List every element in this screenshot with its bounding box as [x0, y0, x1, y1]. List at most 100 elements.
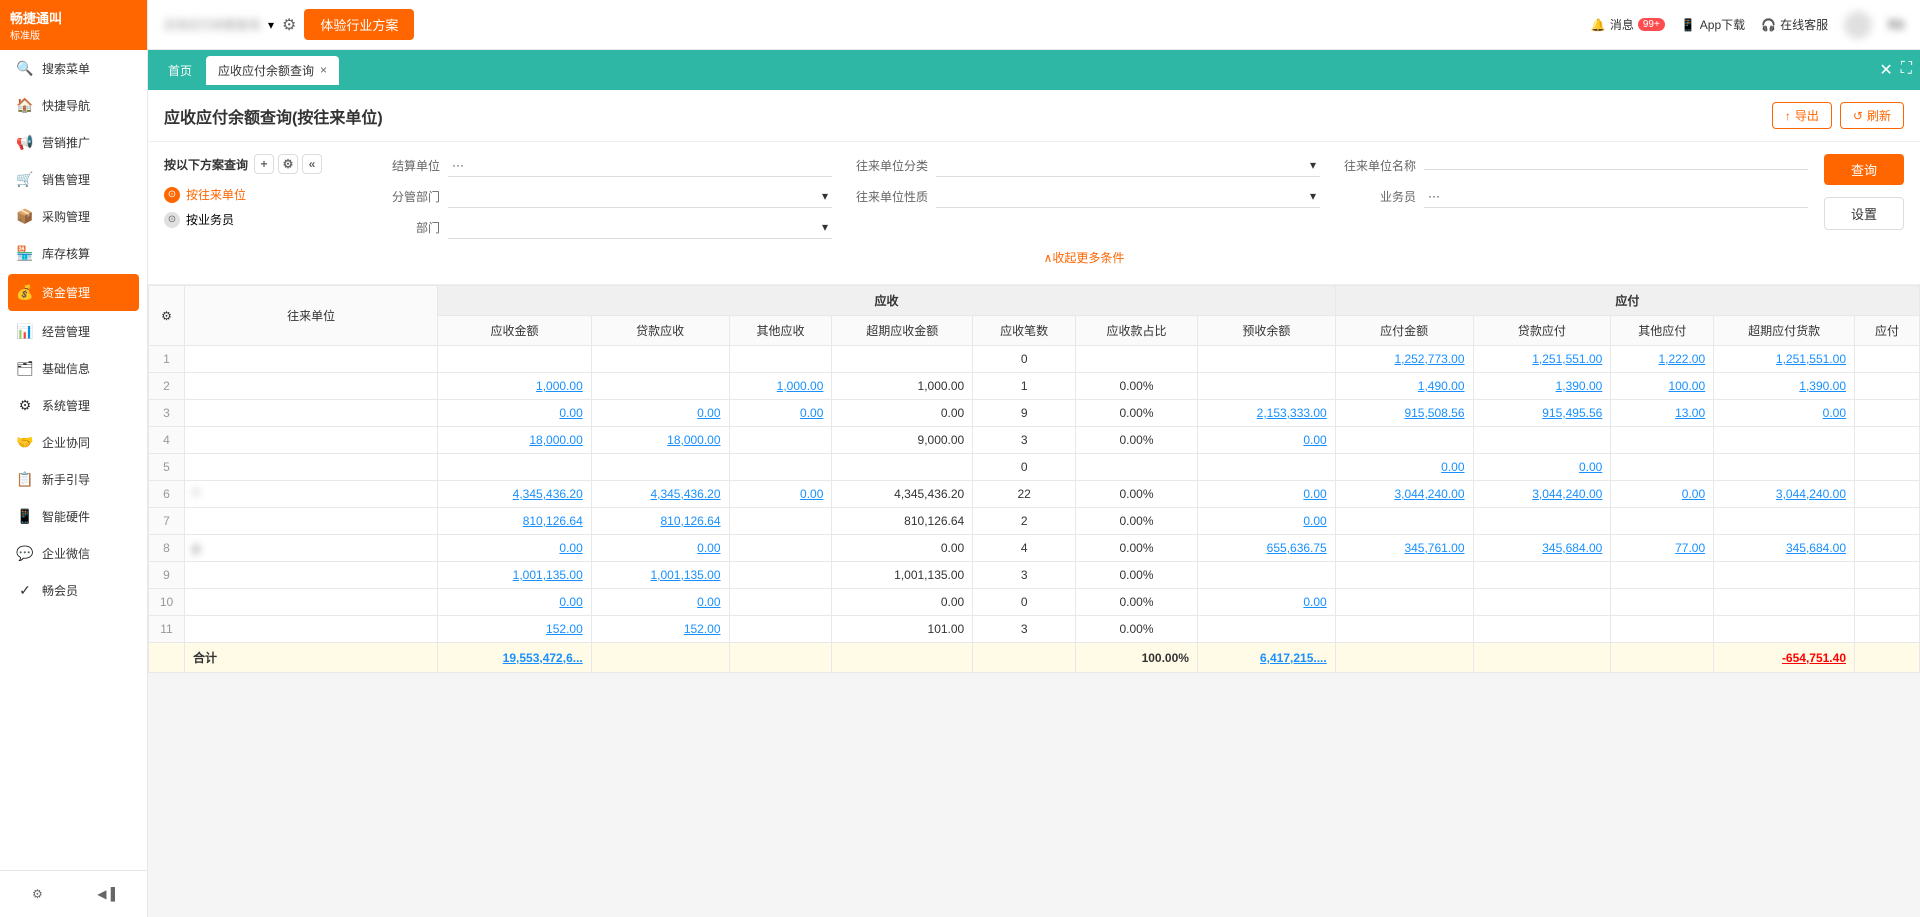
table-cell [591, 346, 729, 373]
total-ap-overdue[interactable]: -654,751.40 [1714, 643, 1855, 673]
sidebar-item-purchase[interactable]: 📦 采购管理 [0, 198, 147, 235]
sidebar-bottom-gear[interactable]: ⚙ [16, 879, 59, 909]
input-dept[interactable]: ▾ [448, 185, 832, 208]
sidebar-item-hardware[interactable]: 📱 智能硬件 [0, 498, 147, 535]
input-partner-nature[interactable]: ▾ [936, 185, 1320, 208]
sidebar-item-wechat[interactable]: 💬 企业微信 [0, 535, 147, 572]
table-cell[interactable]: 0.00 [1197, 589, 1335, 616]
table-cell[interactable]: 1,490.00 [1335, 373, 1473, 400]
table-cell[interactable]: 0.00 [591, 589, 729, 616]
table-cell[interactable]: 1,251,551.00 [1473, 346, 1611, 373]
table-cell[interactable]: 18,000.00 [591, 427, 729, 454]
input-partner-category[interactable]: ▾ [936, 154, 1320, 177]
table-cell[interactable]: 345,684.00 [1714, 535, 1855, 562]
table-cell[interactable]: 0.00 [1197, 481, 1335, 508]
table-cell[interactable]: 915,508.56 [1335, 400, 1473, 427]
table-cell[interactable]: 3,044,240.00 [1473, 481, 1611, 508]
table-cell[interactable]: 1,390.00 [1473, 373, 1611, 400]
table-cell[interactable]: 100.00 [1611, 373, 1714, 400]
table-cell[interactable]: 3,044,240.00 [1335, 481, 1473, 508]
sidebar-item-base[interactable]: 🗂 基础信息 [0, 350, 147, 387]
sidebar-item-finance[interactable]: 💰 资金管理 [8, 274, 139, 311]
scheme-item-salesperson[interactable]: ⊙ 按业务员 [164, 207, 344, 232]
tab-maximize-icon[interactable]: ⛶ [1901, 60, 1912, 80]
app-download-button[interactable]: 📱 App下载 [1681, 16, 1745, 33]
table-cell[interactable]: 810,126.64 [438, 508, 592, 535]
table-cell[interactable]: 915,495.56 [1473, 400, 1611, 427]
table-cell[interactable]: 345,684.00 [1473, 535, 1611, 562]
input-dept2[interactable]: ▾ [448, 216, 832, 239]
sidebar-item-marketing[interactable]: 📢 营销推广 [0, 124, 147, 161]
query-button[interactable]: 查询 [1824, 154, 1904, 185]
table-cell[interactable]: 0.00 [591, 400, 729, 427]
solution-button[interactable]: 体验行业方案 [304, 9, 414, 40]
tab-home[interactable]: 首页 [156, 56, 204, 85]
tab-ar-ap[interactable]: 应收应付余额查询 × [206, 56, 339, 85]
table-cell[interactable]: 0.00 [438, 535, 592, 562]
input-partner-name[interactable] [1424, 161, 1808, 170]
export-button[interactable]: ↑ 导出 [1772, 102, 1832, 129]
gear-icon[interactable]: ⚙ [282, 15, 296, 35]
table-cell[interactable]: 1,390.00 [1714, 373, 1855, 400]
table-cell[interactable]: 4,345,436.20 [591, 481, 729, 508]
table-cell[interactable]: 152.00 [591, 616, 729, 643]
th-settings[interactable]: ⚙ [149, 286, 185, 346]
table-cell[interactable]: 1,000.00 [729, 373, 832, 400]
table-cell[interactable]: 152.00 [438, 616, 592, 643]
table-cell[interactable]: 0.00 [1611, 481, 1714, 508]
sidebar-item-ops[interactable]: 📊 经营管理 [0, 313, 147, 350]
table-cell[interactable]: 1,251,551.00 [1714, 346, 1855, 373]
table-cell[interactable]: 0.00 [1197, 508, 1335, 535]
input-settlement[interactable]: ··· [448, 154, 832, 177]
table-cell[interactable]: 0.00 [729, 400, 832, 427]
table-cell[interactable]: 0.00 [1197, 427, 1335, 454]
table-settings-icon[interactable]: ⚙ [161, 309, 172, 323]
user-avatar[interactable] [1844, 11, 1872, 39]
sidebar-item-quick-nav[interactable]: 🏠 快捷导航 [0, 87, 147, 124]
sidebar-bottom-collapse[interactable]: ◀▐ [81, 879, 131, 909]
table-cell[interactable]: 0.00 [1473, 454, 1611, 481]
filter-collapse-button[interactable]: ∧ 收起更多条件 [360, 243, 1808, 272]
tab-close-window-icon[interactable]: ✕ [1879, 60, 1892, 80]
table-cell[interactable]: 345,761.00 [1335, 535, 1473, 562]
scheme-add-button[interactable]: + [254, 154, 274, 174]
table-cell[interactable]: 0.00 [591, 535, 729, 562]
sidebar-item-search-menu[interactable]: 🔍 搜索菜单 [0, 50, 147, 87]
setting-button[interactable]: 设置 [1824, 197, 1904, 230]
sidebar-item-sales[interactable]: 🛒 销售管理 [0, 161, 147, 198]
refresh-button[interactable]: ↺ 刷新 [1840, 102, 1904, 129]
online-support-button[interactable]: 🎧 在线客服 [1761, 16, 1828, 33]
scheme-settings-button[interactable]: ⚙ [278, 154, 298, 174]
table-cell[interactable]: 1,001,135.00 [438, 562, 592, 589]
table-cell[interactable]: 1,001,135.00 [591, 562, 729, 589]
table-cell[interactable]: 0.00 [1335, 454, 1473, 481]
sidebar-item-inventory[interactable]: 🏪 库存核算 [0, 235, 147, 272]
sidebar-item-system[interactable]: ⚙ 系统管理 [0, 387, 147, 424]
table-cell[interactable]: 655,636.75 [1197, 535, 1335, 562]
scheme-item-partner[interactable]: ⊙ 按往来单位 [164, 182, 344, 207]
table-cell[interactable]: 4,345,436.20 [438, 481, 592, 508]
table-cell[interactable]: 77.00 [1611, 535, 1714, 562]
scheme-collapse-button[interactable]: « [302, 154, 322, 174]
table-cell[interactable]: 0.00 [438, 400, 592, 427]
sidebar-item-collab[interactable]: 🤝 企业协同 [0, 424, 147, 461]
table-cell[interactable]: 0.00 [729, 481, 832, 508]
table-cell[interactable]: 0.00 [1714, 400, 1855, 427]
notification-button[interactable]: 🔔 消息 99+ [1591, 16, 1665, 33]
total-ar-amt[interactable]: 19,553,472,6... [438, 643, 592, 673]
table-cell[interactable]: 3,044,240.00 [1714, 481, 1855, 508]
sidebar-item-vip[interactable]: ✓ 畅会员 [0, 572, 147, 609]
table-cell[interactable]: 1,000.00 [438, 373, 592, 400]
sidebar-item-guide[interactable]: 📋 新手引导 [0, 461, 147, 498]
topbar-dropdown[interactable]: ▾ [268, 18, 274, 32]
table-cell[interactable]: 0.00 [438, 589, 592, 616]
input-salesperson[interactable]: ··· [1424, 185, 1808, 208]
table-cell[interactable]: 1,222.00 [1611, 346, 1714, 373]
table-cell[interactable]: 18,000.00 [438, 427, 592, 454]
table-cell[interactable]: 1,252,773.00 [1335, 346, 1473, 373]
total-ar-prepay[interactable]: 6,417,215.... [1197, 643, 1335, 673]
table-cell[interactable]: 13.00 [1611, 400, 1714, 427]
tab-close-icon[interactable]: × [320, 63, 327, 77]
table-cell[interactable]: 810,126.64 [591, 508, 729, 535]
table-cell[interactable]: 2,153,333.00 [1197, 400, 1335, 427]
